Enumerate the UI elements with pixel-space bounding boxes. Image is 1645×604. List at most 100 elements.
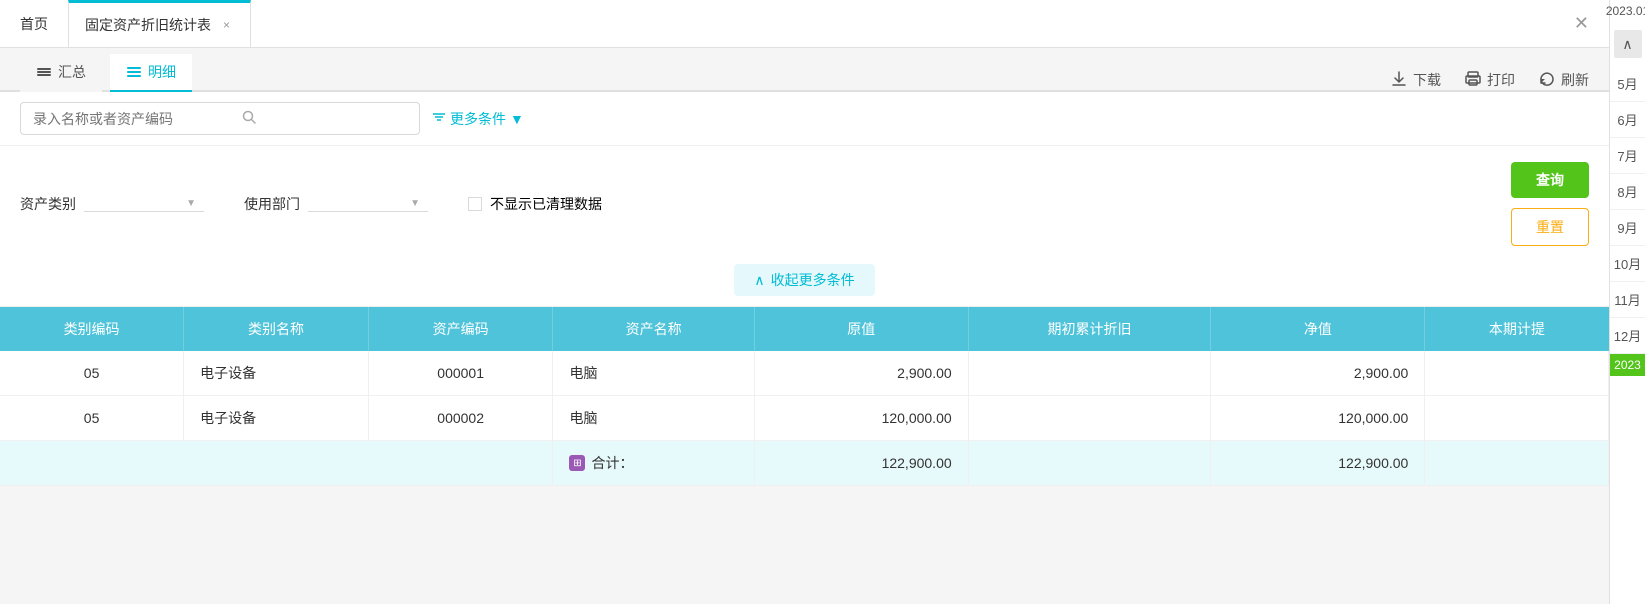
col-asset-code: 资产编码 [368, 307, 553, 351]
tab-summary-label: 汇总 [58, 62, 86, 82]
download-icon [1391, 71, 1407, 90]
cell-net-value: 2,900.00 [1211, 351, 1425, 396]
department-arrow: ▼ [410, 198, 420, 209]
search-input[interactable] [33, 111, 233, 127]
search-row: 更多条件 ▼ [0, 92, 1609, 146]
filter-area: 资产类别 ▼ 使用部门 ▼ 不显示已清理数据 查询 重置 [0, 146, 1609, 254]
reset-button[interactable]: 重置 [1511, 208, 1589, 246]
asset-category-label: 资产类别 [20, 194, 76, 214]
tab-title: 固定资产折旧统计表 [85, 15, 211, 35]
more-conditions-arrow: ▼ [510, 111, 524, 127]
up-arrow-icon: ∧ [1622, 36, 1632, 53]
refresh-label: 刷新 [1561, 70, 1589, 90]
right-sidebar: 2023.01 ∧ 5月6月7月8月9月10月11月12月 2023 [1609, 0, 1645, 604]
cell-category-code: 05 [0, 396, 184, 441]
asset-category-select[interactable]: ▼ [84, 196, 204, 212]
cell-category-code: 05 [0, 351, 184, 396]
cell-category-name: 电子设备 [184, 351, 369, 396]
total-accumulated-depreciation [968, 441, 1211, 486]
table-row: 05 电子设备 000001 电脑 2,900.00 2,900.00 [0, 351, 1609, 396]
print-icon [1465, 71, 1481, 90]
sidebar-month-item[interactable]: 5月 [1610, 66, 1645, 102]
download-label: 下载 [1413, 70, 1441, 90]
col-original-value: 原值 [754, 307, 968, 351]
sidebar-up-arrow[interactable]: ∧ [1614, 30, 1642, 58]
total-label-cell [0, 441, 553, 486]
cell-original-value: 120,000.00 [754, 396, 968, 441]
top-navigation: 首页 固定资产折旧统计表 × ✕ [0, 0, 1609, 48]
sidebar-date: 2023.01 [1606, 0, 1645, 22]
total-text: 合计： [591, 453, 633, 473]
search-input-wrapper[interactable] [20, 102, 420, 135]
download-button[interactable]: 下载 [1391, 70, 1441, 90]
cell-asset-code: 000002 [368, 396, 553, 441]
tab-detail[interactable]: 明细 [110, 54, 192, 92]
layers-icon [36, 64, 52, 80]
sidebar-month-item[interactable]: 11月 [1610, 282, 1645, 318]
filter-buttons: 查询 重置 [1511, 162, 1589, 246]
asset-category-filter: 资产类别 ▼ [20, 194, 204, 214]
cell-asset-name: 电脑 [553, 396, 754, 441]
total-original-value: 122,900.00 [754, 441, 968, 486]
tab-summary[interactable]: 汇总 [20, 54, 102, 92]
col-asset-name: 资产名称 [553, 307, 754, 351]
hide-cleared-label: 不显示已清理数据 [490, 194, 602, 214]
asset-category-arrow: ▼ [186, 198, 196, 209]
cell-net-value: 120,000.00 [1211, 396, 1425, 441]
hide-cleared-group: 不显示已清理数据 [468, 194, 602, 214]
table-row: 05 电子设备 000002 电脑 120,000.00 120,000.00 [0, 396, 1609, 441]
total-label: ⊞ 合计： [553, 441, 754, 486]
toolbar-actions: 下载 打印 刷新 [1391, 70, 1589, 90]
sidebar-month-item[interactable]: 8月 [1610, 174, 1645, 210]
total-row: ⊞ 合计： 122,900.00 122,900.00 [0, 441, 1609, 486]
more-conditions-label: 更多条件 [450, 109, 506, 129]
department-label: 使用部门 [244, 194, 300, 214]
sidebar-month-item[interactable]: 9月 [1610, 210, 1645, 246]
tab-detail-label: 明细 [148, 62, 176, 82]
total-net-value: 122,900.00 [1211, 441, 1425, 486]
sidebar-months-list: 5月6月7月8月9月10月11月12月 [1610, 66, 1645, 354]
sidebar-month-item[interactable]: 10月 [1610, 246, 1645, 282]
sidebar-month-item[interactable]: 7月 [1610, 138, 1645, 174]
refresh-button[interactable]: 刷新 [1539, 70, 1589, 90]
sidebar-month-item[interactable]: 6月 [1610, 102, 1645, 138]
search-icon [241, 109, 257, 128]
secondary-tab-bar: 汇总 明细 下载 打印 [0, 48, 1609, 92]
collapse-button[interactable]: ∧ 收起更多条件 [734, 264, 874, 296]
collapse-label: 收起更多条件 [771, 270, 855, 290]
depreciation-table: 类别编码 类别名称 资产编码 资产名称 原值 期初累计折旧 净值 本期计提 05… [0, 307, 1609, 486]
print-button[interactable]: 打印 [1465, 70, 1515, 90]
cell-current-depreciation [1425, 396, 1609, 441]
cell-asset-name: 电脑 [553, 351, 754, 396]
cell-accumulated-depreciation [968, 396, 1211, 441]
print-label: 打印 [1487, 70, 1515, 90]
window-close-button[interactable]: ✕ [1574, 13, 1609, 34]
more-conditions-button[interactable]: 更多条件 ▼ [432, 109, 524, 129]
collapse-up-icon: ∧ [754, 272, 764, 289]
data-table-wrapper: 类别编码 类别名称 资产编码 资产名称 原值 期初累计折旧 净值 本期计提 05… [0, 307, 1609, 486]
cell-original-value: 2,900.00 [754, 351, 968, 396]
cell-current-depreciation [1425, 351, 1609, 396]
col-category-code: 类别编码 [0, 307, 184, 351]
total-current-depreciation [1425, 441, 1609, 486]
home-label: 首页 [20, 14, 48, 34]
col-category-name: 类别名称 [184, 307, 369, 351]
list-icon [126, 64, 142, 80]
total-icon: ⊞ [569, 455, 585, 471]
cell-accumulated-depreciation [968, 351, 1211, 396]
col-accumulated-depreciation: 期初累计折旧 [968, 307, 1211, 351]
tab-close-icon[interactable]: × [219, 16, 234, 34]
department-filter: 使用部门 ▼ [244, 194, 428, 214]
sidebar-month-item[interactable]: 12月 [1610, 318, 1645, 354]
col-current-depreciation: 本期计提 [1425, 307, 1609, 351]
hide-cleared-checkbox[interactable] [468, 197, 482, 211]
refresh-icon [1539, 71, 1555, 90]
cell-asset-code: 000001 [368, 351, 553, 396]
collapse-row: ∧ 收起更多条件 [0, 254, 1609, 307]
sidebar-year-badge[interactable]: 2023 [1610, 354, 1645, 376]
active-tab[interactable]: 固定资产折旧统计表 × [68, 0, 251, 47]
query-button[interactable]: 查询 [1511, 162, 1589, 198]
department-select[interactable]: ▼ [308, 196, 428, 212]
home-nav-item[interactable]: 首页 [0, 0, 68, 47]
cell-category-name: 电子设备 [184, 396, 369, 441]
